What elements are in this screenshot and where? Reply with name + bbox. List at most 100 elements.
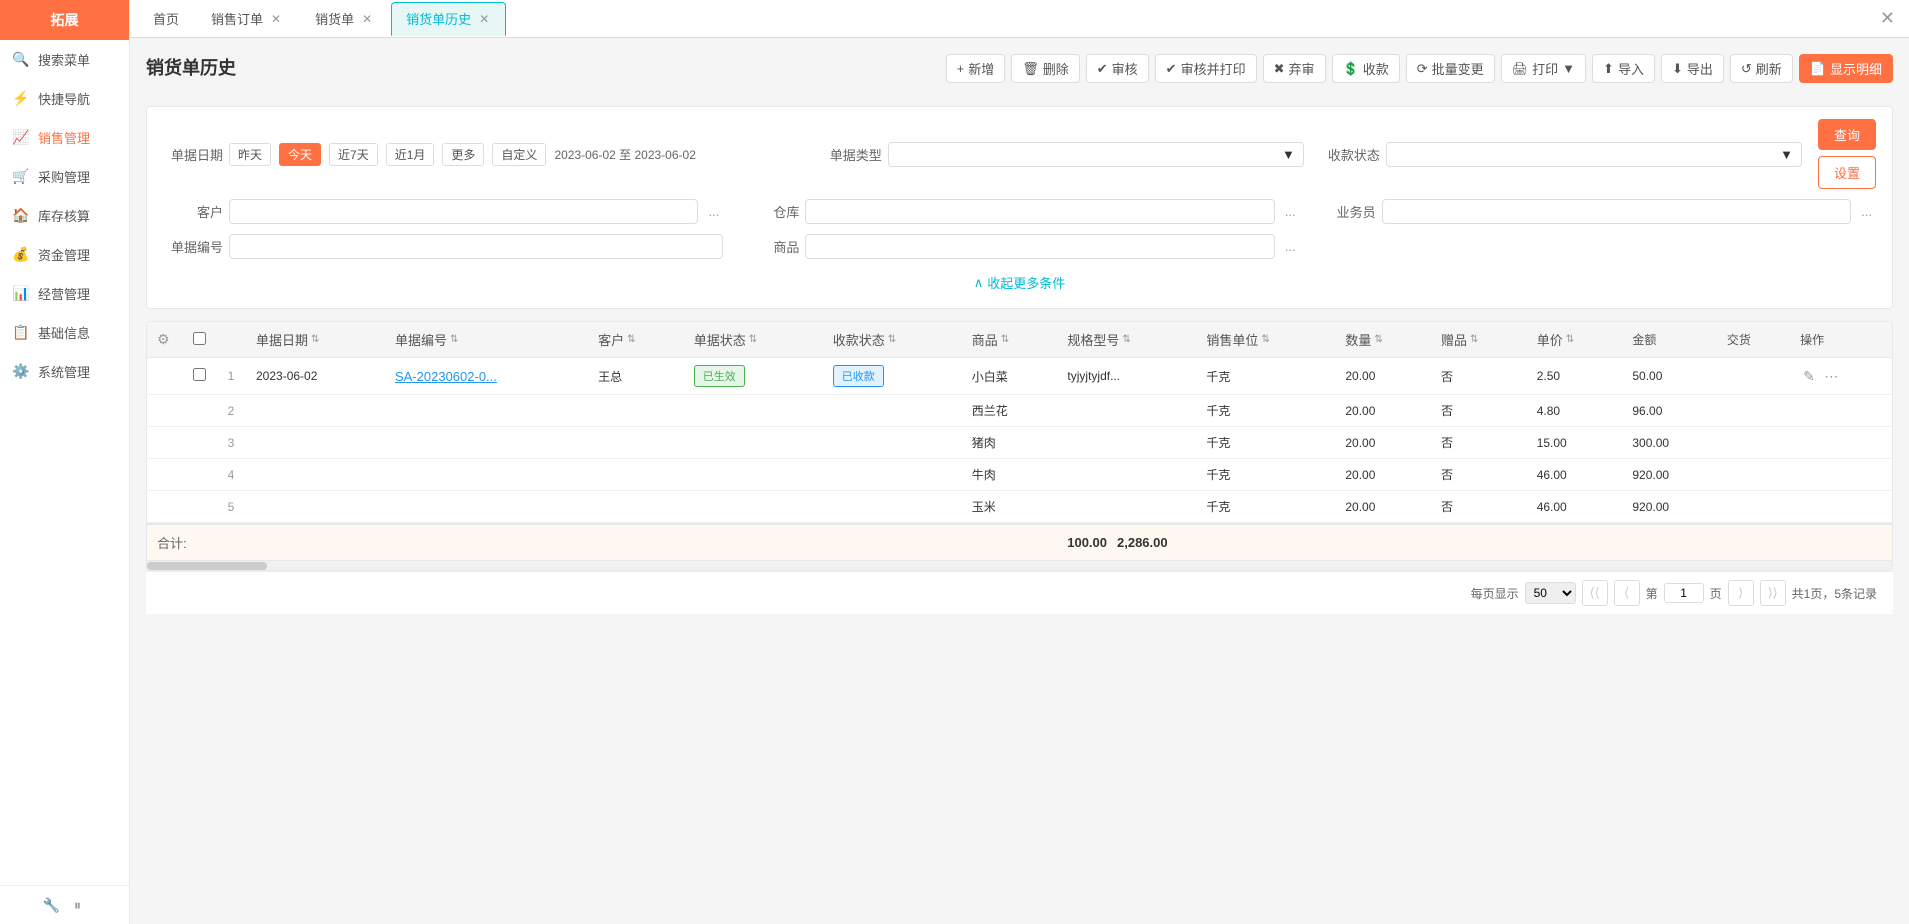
close-sales-order-icon[interactable]: ✕ bbox=[269, 12, 283, 26]
staff-input[interactable] bbox=[1382, 199, 1851, 224]
warehouse-input[interactable] bbox=[805, 199, 1274, 224]
th-action: 操作 bbox=[1790, 322, 1892, 358]
delete-button[interactable]: 🗑 删除 bbox=[1011, 54, 1080, 83]
row1-customer: 王总 bbox=[588, 358, 684, 395]
sidebar-item-purchase[interactable]: 🛒 采购管理 bbox=[0, 157, 129, 196]
row3-paystatus bbox=[823, 427, 962, 459]
th-doc-status[interactable]: 单据状态 ⇅ bbox=[684, 322, 823, 358]
operations-icon: 📊 bbox=[12, 285, 30, 303]
batch-change-button[interactable]: ⟳ 批量变更 bbox=[1406, 54, 1495, 83]
print-button[interactable]: 🖨 打印 ▼ bbox=[1501, 54, 1586, 83]
new-button[interactable]: + 新增 bbox=[946, 54, 1006, 83]
summary-amount: 2,286.00 bbox=[1117, 535, 1178, 550]
th-gift[interactable]: 赠品 ⇅ bbox=[1431, 322, 1527, 358]
close-sales-history-icon[interactable]: ✕ bbox=[477, 12, 491, 26]
query-button[interactable]: 查询 bbox=[1818, 119, 1876, 150]
th-unit[interactable]: 销售单位 ⇅ bbox=[1196, 322, 1335, 358]
date-custom-btn[interactable]: 自定义 bbox=[492, 143, 546, 166]
tab-sales-order[interactable]: 销售订单 ✕ bbox=[196, 2, 298, 36]
filter-staff: 业务员 ... bbox=[1316, 199, 1876, 224]
collapse-button[interactable]: ∧ 收起更多条件 bbox=[163, 269, 1876, 296]
audit-button[interactable]: ✔ 审核 bbox=[1086, 54, 1149, 83]
date-1month-btn[interactable]: 近1月 bbox=[386, 143, 435, 166]
tab-home[interactable]: 首页 bbox=[138, 2, 194, 36]
doc-type-select[interactable]: ▼ bbox=[888, 142, 1304, 167]
price-sort-icon: ⇅ bbox=[1566, 334, 1574, 345]
sidebar-item-operations[interactable]: 📊 经营管理 bbox=[0, 274, 129, 313]
sidebar-item-sales[interactable]: 📈 销售管理 bbox=[0, 118, 129, 157]
staff-dots[interactable]: ... bbox=[1857, 200, 1876, 223]
paystatus-sort-icon: ⇅ bbox=[888, 334, 896, 345]
abandon-button[interactable]: ✖ 弃审 bbox=[1263, 54, 1326, 83]
sidebar-item-basic[interactable]: 📋 基础信息 bbox=[0, 313, 129, 352]
row1-gear bbox=[147, 358, 183, 395]
customer-input[interactable] bbox=[229, 199, 698, 224]
row1-edit-icon[interactable]: ✎ bbox=[1800, 368, 1818, 384]
th-customer[interactable]: 客户 ⇅ bbox=[588, 322, 684, 358]
table-scrollbar-thumb[interactable] bbox=[147, 562, 267, 570]
th-doc-no[interactable]: 单据编号 ⇅ bbox=[385, 322, 588, 358]
settings-icon[interactable]: 🔧 bbox=[43, 896, 61, 914]
date-more-btn[interactable]: 更多 bbox=[442, 143, 484, 166]
row3-docno bbox=[385, 427, 588, 459]
last-page-button[interactable]: ⟩⟩ bbox=[1760, 580, 1786, 606]
import-button[interactable]: ⬆ 导入 bbox=[1592, 54, 1655, 83]
filter-customer: 客户 ... bbox=[163, 199, 723, 224]
th-gear[interactable]: ⚙ bbox=[147, 322, 183, 358]
sidebar-item-search[interactable]: 🔍 搜索菜单 bbox=[0, 40, 129, 79]
select-all-checkbox[interactable] bbox=[193, 332, 206, 345]
export-button[interactable]: ⬇ 导出 bbox=[1661, 54, 1724, 83]
th-qty[interactable]: 数量 ⇅ bbox=[1335, 322, 1431, 358]
page-size-select[interactable]: 50 10 20 100 bbox=[1525, 582, 1576, 604]
close-all-tabs-icon[interactable]: ✕ bbox=[1874, 8, 1901, 29]
th-price[interactable]: 单价 ⇅ bbox=[1527, 322, 1623, 358]
row3-customer bbox=[588, 427, 684, 459]
row1-more-icon[interactable]: ⋯ bbox=[1821, 368, 1841, 384]
row1-checkbox[interactable] bbox=[183, 358, 216, 395]
close-sales-delivery-icon[interactable]: ✕ bbox=[360, 12, 374, 26]
collect-label: 收款 bbox=[1363, 59, 1389, 78]
th-checkbox[interactable] bbox=[183, 322, 216, 358]
tab-sales-delivery[interactable]: 销货单 ✕ bbox=[300, 2, 389, 36]
filter-warehouse: 仓库 ... bbox=[739, 199, 1299, 224]
date-yesterday-btn[interactable]: 昨天 bbox=[229, 143, 271, 166]
goods-dots[interactable]: ... bbox=[1281, 235, 1300, 258]
gear-icon[interactable]: ⚙ bbox=[157, 331, 170, 347]
page-number-input[interactable] bbox=[1664, 583, 1704, 603]
th-date[interactable]: 单据日期 ⇅ bbox=[246, 322, 385, 358]
row3-goods: 猪肉 bbox=[962, 427, 1058, 459]
first-page-button[interactable]: ⟨⟨ bbox=[1582, 580, 1608, 606]
th-spec[interactable]: 规格型号 ⇅ bbox=[1057, 322, 1196, 358]
date-7days-btn[interactable]: 近7天 bbox=[329, 143, 378, 166]
collect-status-select[interactable]: ▼ bbox=[1386, 142, 1802, 167]
table-scrollbar[interactable] bbox=[147, 560, 1892, 570]
customer-dots[interactable]: ... bbox=[704, 200, 723, 223]
th-pay-status[interactable]: 收款状态 ⇅ bbox=[823, 322, 962, 358]
tab-sales-history[interactable]: 销货单历史 ✕ bbox=[391, 2, 506, 36]
doc-no-input[interactable] bbox=[229, 234, 723, 259]
sidebar-item-system[interactable]: ⚙️ 系统管理 bbox=[0, 352, 129, 391]
show-detail-button[interactable]: 📄 显示明细 bbox=[1799, 54, 1893, 83]
row1-checkbox-input[interactable] bbox=[193, 368, 206, 381]
refresh-button[interactable]: ↺ 刷新 bbox=[1730, 54, 1793, 83]
prev-page-button[interactable]: ⟨ bbox=[1614, 580, 1640, 606]
warehouse-dots[interactable]: ... bbox=[1281, 200, 1300, 223]
row2-seq: 2 bbox=[216, 395, 246, 427]
sidebar-item-finance[interactable]: 💰 资金管理 bbox=[0, 235, 129, 274]
row4-amount: 920.00 bbox=[1622, 459, 1716, 491]
filter-date: 单据日期 昨天 今天 近7天 近1月 更多 自定义 2023-06-02 至 2… bbox=[163, 143, 806, 166]
audit-print-button[interactable]: ✔ 审核并打印 bbox=[1155, 54, 1257, 83]
sidebar-item-quicknav[interactable]: ⚡ 快捷导航 bbox=[0, 79, 129, 118]
goods-input[interactable] bbox=[805, 234, 1274, 259]
row1-docstatus: 已生效 bbox=[684, 358, 823, 395]
row1-goods: 小白菜 bbox=[962, 358, 1058, 395]
next-page-button[interactable]: ⟩ bbox=[1728, 580, 1754, 606]
row1-docno[interactable]: SA-20230602-0... bbox=[385, 358, 588, 395]
row1-docno-link[interactable]: SA-20230602-0... bbox=[395, 369, 497, 384]
sidebar-item-inventory[interactable]: 🏠 库存核算 bbox=[0, 196, 129, 235]
pause-icon[interactable]: ⏸ bbox=[69, 896, 87, 914]
collect-button[interactable]: 💲 收款 bbox=[1332, 54, 1400, 83]
date-today-btn[interactable]: 今天 bbox=[279, 143, 321, 166]
th-goods[interactable]: 商品 ⇅ bbox=[962, 322, 1058, 358]
setting-button[interactable]: 设置 bbox=[1818, 156, 1876, 189]
